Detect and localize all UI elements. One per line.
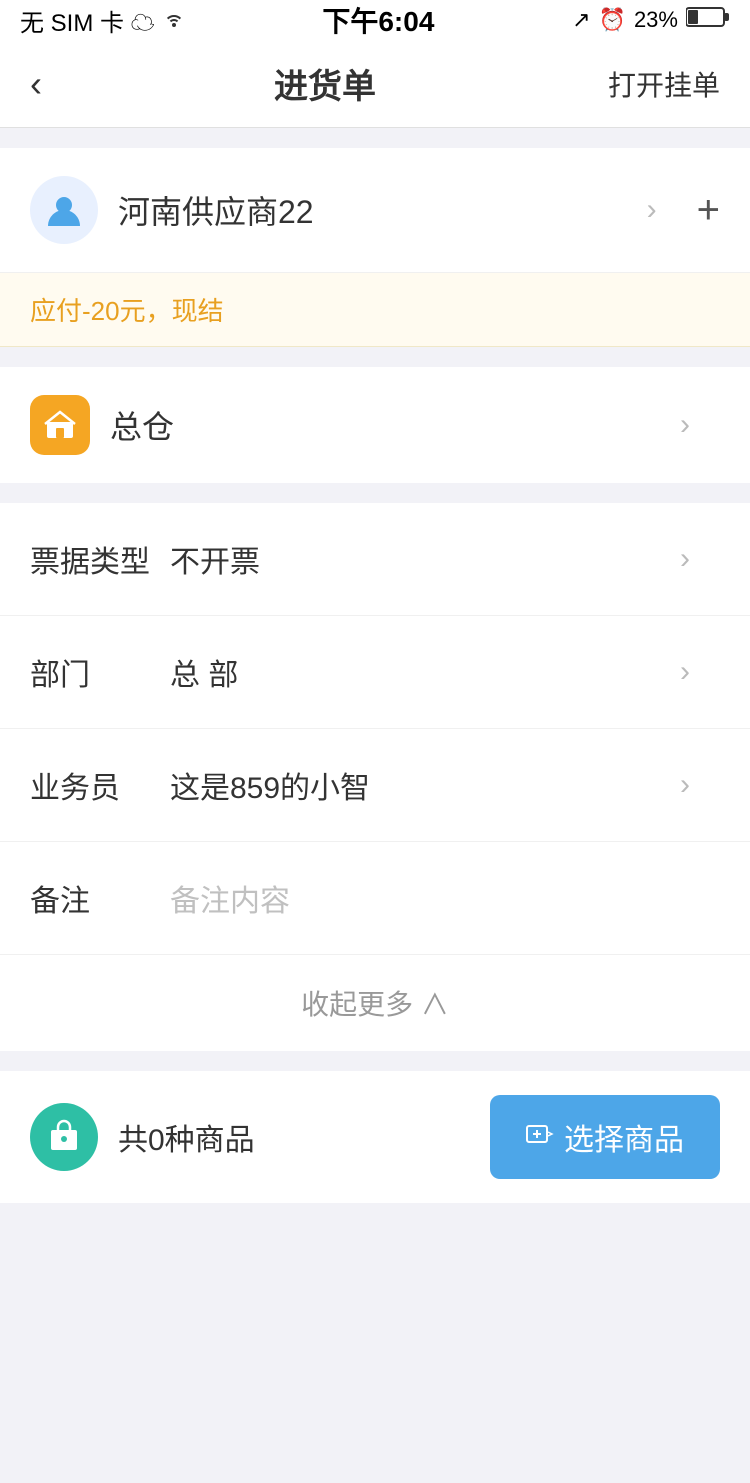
collapse-label: 收起更多 ∧ [301,983,449,1023]
nav-bar: ‹ 进货单 打开挂单 [0,40,750,128]
department-row[interactable]: 部门 总 部 › [0,616,750,729]
location-icon: ↗ [572,7,590,33]
supplier-section: 河南供应商22 › + 应付-20元，现结 [0,148,750,347]
invoice-type-row[interactable]: 票据类型 不开票 › [0,503,750,616]
sim-label: 无 SIM 卡 ☁ [20,3,155,38]
warning-text: 应付-20元，现结 [30,296,224,326]
warehouse-section: 总仓 › [0,367,750,483]
product-bar: 共0种商品 选择商品 [0,1071,750,1203]
remark-label: 备注 [30,876,170,920]
back-button[interactable]: ‹ [30,63,42,105]
status-bar: 无 SIM 卡 ☁ 下午6:04 ↗ ⏰ 23% [0,0,750,40]
warning-banner: 应付-20元，现结 [0,273,750,347]
salesperson-chevron-icon: › [680,768,690,802]
alarm-icon: ⏰ [599,7,626,33]
department-value: 总 部 [170,650,680,694]
salesperson-row[interactable]: 业务员 这是859的小智 › [0,729,750,842]
invoice-chevron-icon: › [680,542,690,576]
product-count: 共0种商品 [118,1115,490,1159]
invoice-type-value: 不开票 [170,537,680,581]
battery-icon [686,6,730,34]
bottom-fill [0,1203,750,1483]
supplier-name: 河南供应商22 [118,187,647,233]
salesperson-value: 这是859的小智 [170,763,680,807]
section-gap-2 [0,347,750,367]
battery-label: 23% [634,7,678,33]
select-product-button[interactable]: 选择商品 [490,1095,720,1179]
select-product-icon [526,1121,554,1153]
warehouse-name: 总仓 [110,402,680,448]
warehouse-row[interactable]: 总仓 › [0,367,750,483]
add-supplier-button[interactable]: + [697,188,720,233]
section-gap-3 [0,483,750,503]
wifi-icon [163,6,185,34]
remark-row[interactable]: 备注 备注内容 [0,842,750,954]
warehouse-chevron-icon: › [680,408,690,442]
salesperson-label: 业务员 [30,763,170,807]
warehouse-icon [30,395,90,455]
collapse-row[interactable]: 收起更多 ∧ [0,954,750,1051]
supplier-chevron-icon: › [647,193,657,227]
open-pending-button[interactable]: 打开挂单 [608,64,720,104]
department-chevron-icon: › [680,655,690,689]
page-title: 进货单 [274,59,376,108]
status-right: ↗ ⏰ 23% [572,6,730,34]
status-time: 下午6:04 [322,0,434,40]
invoice-type-label: 票据类型 [30,537,170,581]
status-left: 无 SIM 卡 ☁ [20,3,185,38]
supplier-row[interactable]: 河南供应商22 › + [0,148,750,273]
supplier-avatar [30,176,98,244]
form-section: 票据类型 不开票 › 部门 总 部 › 业务员 这是859的小智 › 备注 备注… [0,503,750,1051]
section-gap-1 [0,128,750,148]
product-icon [30,1103,98,1171]
department-label: 部门 [30,650,170,694]
select-product-label: 选择商品 [564,1115,684,1159]
remark-input[interactable]: 备注内容 [170,876,720,920]
